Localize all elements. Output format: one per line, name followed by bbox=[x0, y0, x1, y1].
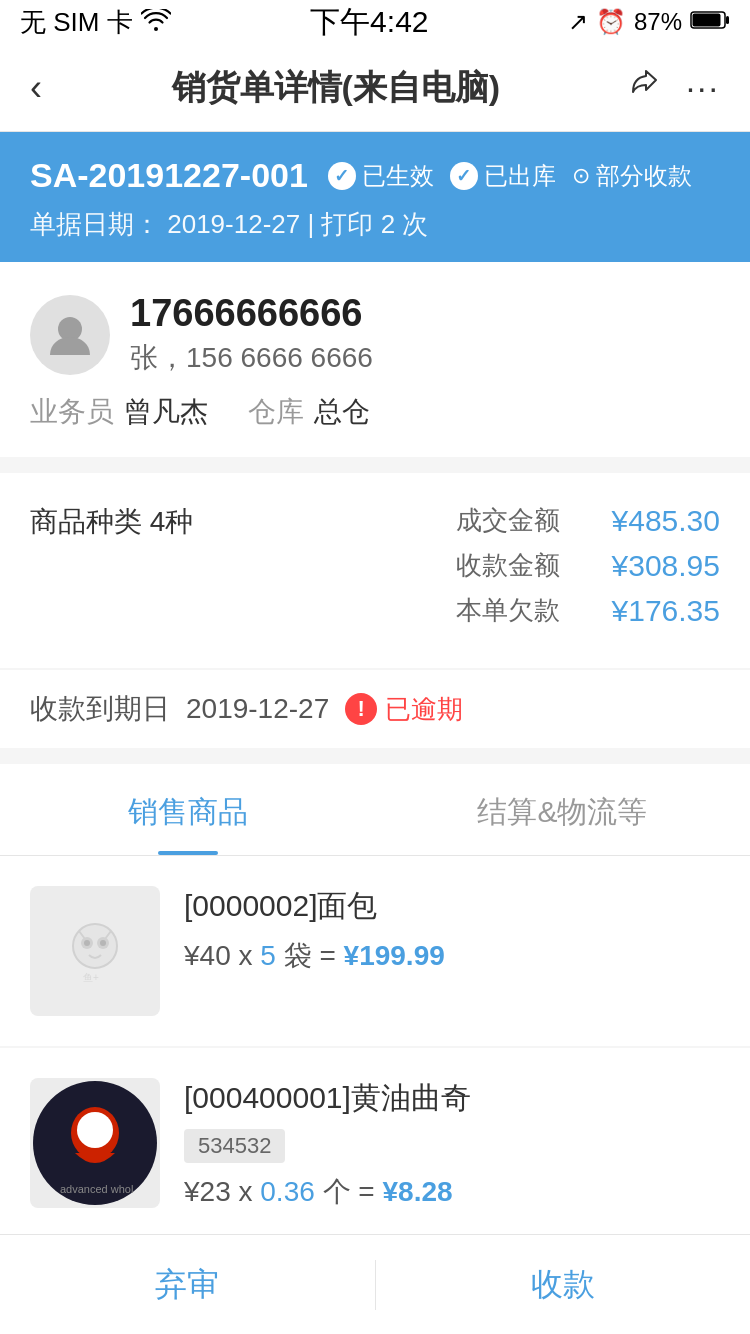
tab-settlement[interactable]: 结算&物流等 bbox=[375, 764, 750, 855]
warehouse-info: 仓库 总仓 bbox=[248, 393, 370, 431]
product-price-row-1: ¥40 x 5 袋 = ¥199.99 bbox=[184, 937, 720, 975]
product-qty-1: 5 bbox=[260, 940, 276, 971]
customer-top: 17666666666 张，156 6666 6666 bbox=[30, 292, 720, 377]
product-types-item: 商品种类 4种 bbox=[30, 503, 193, 541]
clock-icon: ⊙ bbox=[572, 163, 590, 189]
order-date-row: 单据日期： 2019-12-27 | 打印 2 次 bbox=[30, 207, 720, 242]
warehouse-value: 总仓 bbox=[314, 393, 370, 431]
product-price-row-2: ¥23 x 0.36 个 = ¥8.28 bbox=[184, 1173, 720, 1211]
product-name-2: [000400001]黄油曲奇 bbox=[184, 1078, 720, 1119]
back-button[interactable]: ‹ bbox=[30, 67, 42, 109]
page-title: 销货单详情(来自电脑) bbox=[172, 65, 501, 111]
overdue-text: 已逾期 bbox=[385, 692, 463, 727]
deal-amount-row: 成交金额 ¥485.30 bbox=[456, 503, 720, 538]
svg-point-7 bbox=[84, 940, 90, 946]
customer-section: 17666666666 张，156 6666 6666 业务员 曾凡杰 仓库 总… bbox=[0, 262, 750, 457]
svg-point-8 bbox=[100, 940, 106, 946]
order-header-banner: SA-20191227-001 ✓ 已生效 ✓ 已出库 ⊙ 部分收款 单据日期：… bbox=[0, 132, 750, 262]
more-button[interactable]: ··· bbox=[686, 68, 720, 107]
received-amount-row: 收款金额 ¥308.95 bbox=[456, 548, 720, 583]
svg-text:鱼+: 鱼+ bbox=[83, 972, 99, 983]
product-info-1: [0000002]面包 ¥40 x 5 袋 = ¥199.99 bbox=[184, 886, 720, 975]
salesperson-info: 业务员 曾凡杰 bbox=[30, 393, 208, 431]
salesperson-label: 业务员 bbox=[30, 393, 114, 431]
tab-products[interactable]: 销售商品 bbox=[0, 764, 375, 855]
avatar bbox=[30, 295, 110, 375]
status-left: 无 SIM 卡 bbox=[20, 5, 171, 40]
tab-underline bbox=[158, 851, 218, 855]
product-name-1: [0000002]面包 bbox=[184, 886, 720, 927]
share-button[interactable] bbox=[630, 68, 662, 108]
cancel-review-button[interactable]: 弃审 bbox=[0, 1243, 375, 1327]
tab-bar: 销售商品 结算&物流等 bbox=[0, 764, 750, 856]
battery-label: 87% bbox=[634, 8, 682, 36]
bottom-bar: 弃审 收款 bbox=[0, 1234, 750, 1334]
location-icon: ↗ bbox=[568, 8, 588, 36]
status-badges: ✓ 已生效 ✓ 已出库 ⊙ 部分收款 bbox=[328, 160, 692, 192]
badge-partial: ⊙ 部分收款 bbox=[572, 160, 692, 192]
summary-right: 成交金额 ¥485.30 收款金额 ¥308.95 本单欠款 ¥176.35 bbox=[456, 503, 720, 638]
received-amount-value: ¥308.95 bbox=[580, 549, 720, 583]
customer-sub-name: 张，156 6666 6666 bbox=[130, 339, 373, 377]
list-item: 鱼+ [0000002]面包 ¥40 x 5 袋 = ¥199.99 bbox=[0, 856, 750, 1046]
collect-payment-button[interactable]: 收款 bbox=[376, 1243, 751, 1327]
product-thumbnail-1: 鱼+ bbox=[30, 886, 160, 1016]
salesperson-value: 曾凡杰 bbox=[124, 393, 208, 431]
svg-text:advanced whol: advanced whol bbox=[60, 1183, 133, 1195]
carrier-label: 无 SIM 卡 bbox=[20, 5, 133, 40]
svg-rect-2 bbox=[692, 14, 720, 27]
deal-amount-label: 成交金额 bbox=[456, 503, 560, 538]
check-icon-2: ✓ bbox=[450, 162, 478, 190]
due-date-section: 收款到期日 2019-12-27 ! 已逾期 bbox=[0, 670, 750, 748]
nav-actions: ··· bbox=[630, 68, 720, 108]
svg-rect-1 bbox=[726, 16, 729, 24]
debt-amount-value: ¥176.35 bbox=[580, 594, 720, 628]
summary-section: 商品种类 4种 成交金额 ¥485.30 收款金额 ¥308.95 本单欠款 ¥… bbox=[0, 473, 750, 668]
status-right: ↗ ⏰ 87% bbox=[568, 8, 730, 36]
wifi-icon bbox=[141, 7, 171, 38]
check-icon: ✓ bbox=[328, 162, 356, 190]
warehouse-label: 仓库 bbox=[248, 393, 304, 431]
status-bar: 无 SIM 卡 下午4:42 ↗ ⏰ 87% bbox=[0, 0, 750, 44]
product-tag-2: 534532 bbox=[184, 1129, 720, 1163]
received-amount-label: 收款金额 bbox=[456, 548, 560, 583]
overdue-icon: ! bbox=[345, 693, 377, 725]
customer-name: 17666666666 bbox=[130, 292, 373, 335]
svg-point-12 bbox=[77, 1112, 113, 1148]
overdue-badge: ! 已逾期 bbox=[345, 692, 463, 727]
summary-left: 商品种类 4种 bbox=[30, 503, 193, 547]
debt-amount-label: 本单欠款 bbox=[456, 593, 560, 628]
product-total-2: ¥8.28 bbox=[382, 1176, 452, 1207]
badge-shipped: ✓ 已出库 bbox=[450, 160, 556, 192]
alarm-icon: ⏰ bbox=[596, 8, 626, 36]
list-item: advanced whol [000400001]黄油曲奇 534532 ¥23… bbox=[0, 1048, 750, 1241]
order-id: SA-20191227-001 bbox=[30, 156, 308, 195]
product-qty-2: 0.36 bbox=[260, 1176, 315, 1207]
battery-icon bbox=[690, 8, 730, 36]
product-info-2: [000400001]黄油曲奇 534532 ¥23 x 0.36 个 = ¥8… bbox=[184, 1078, 720, 1211]
customer-info-row: 业务员 曾凡杰 仓库 总仓 bbox=[30, 393, 720, 431]
nav-bar: ‹ 销货单详情(来自电脑) ··· bbox=[0, 44, 750, 132]
product-total-1: ¥199.99 bbox=[344, 940, 445, 971]
product-thumbnail-2: advanced whol bbox=[30, 1078, 160, 1208]
badge-effective: ✓ 已生效 bbox=[328, 160, 434, 192]
status-time: 下午4:42 bbox=[310, 2, 428, 43]
deal-amount-value: ¥485.30 bbox=[580, 504, 720, 538]
due-date-value: 2019-12-27 bbox=[186, 693, 329, 725]
debt-amount-row: 本单欠款 ¥176.35 bbox=[456, 593, 720, 628]
due-date-label: 收款到期日 bbox=[30, 690, 170, 728]
